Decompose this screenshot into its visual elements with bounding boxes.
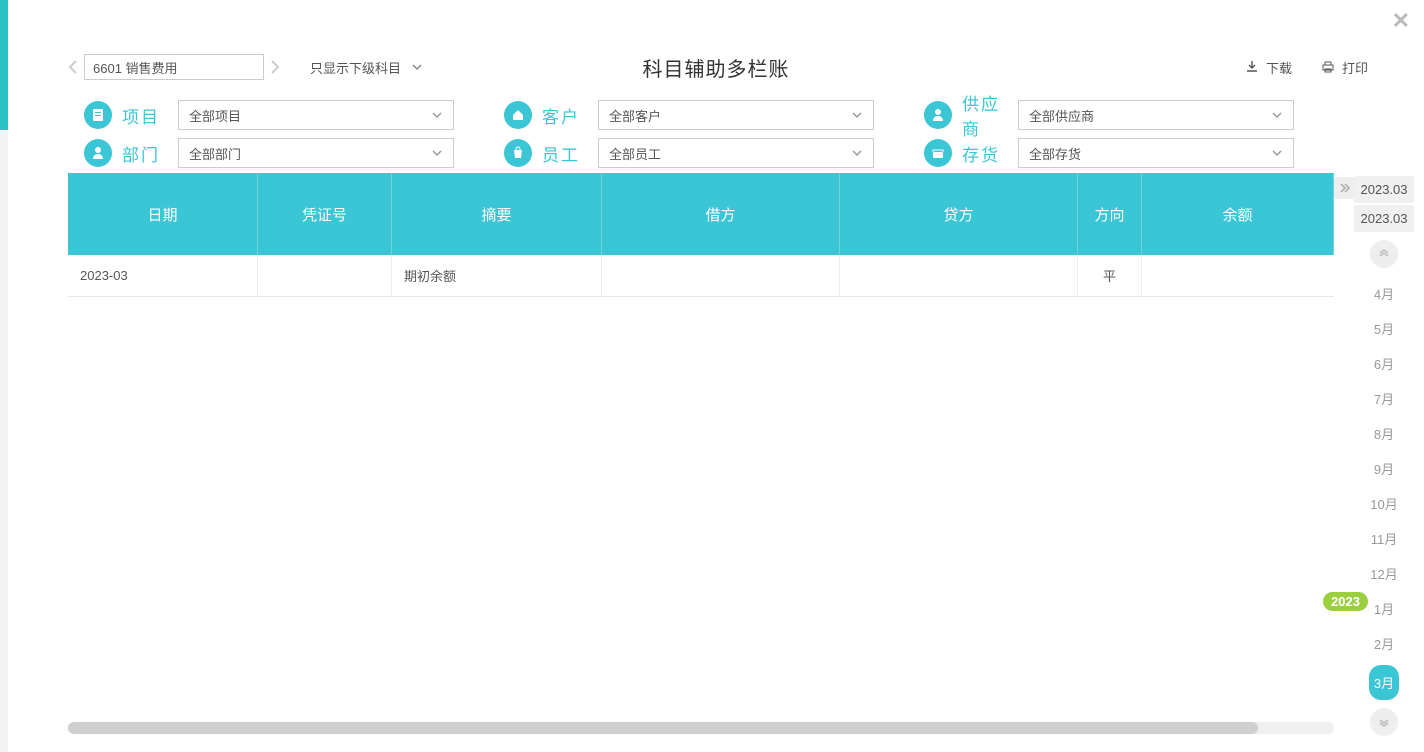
download-icon [1244, 59, 1260, 75]
chevron-down-icon [1271, 147, 1283, 159]
customer-label: 客户 [542, 103, 598, 128]
department-value: 全部部门 [189, 144, 241, 163]
project-icon [84, 101, 112, 129]
rail-month[interactable]: 7月 [1354, 381, 1414, 416]
display-mode-label: 只显示下级科目 [310, 58, 401, 77]
chevron-down-icon [851, 147, 863, 159]
table-body: 2023-03 期初余额 平 [68, 255, 1334, 297]
inventory-select[interactable]: 全部存货 [1018, 138, 1294, 168]
chevron-down-icon [431, 109, 443, 121]
rail-month[interactable]: 8月 [1354, 416, 1414, 451]
employee-select[interactable]: 全部员工 [598, 138, 874, 168]
chevron-down-icon [431, 147, 443, 159]
chevron-down-icon [851, 109, 863, 121]
rail-month[interactable]: 3月 [1369, 665, 1399, 700]
supplier-value: 全部供应商 [1029, 106, 1094, 125]
employee-label: 员工 [542, 141, 598, 166]
project-label: 项目 [122, 103, 178, 128]
td-summary: 期初余额 [392, 255, 602, 296]
td-voucher_no [258, 255, 392, 296]
page-title: 科目辅助多栏账 [643, 53, 790, 82]
project-value: 全部项目 [189, 106, 241, 125]
table-row[interactable]: 2023-03 期初余额 平 [68, 255, 1334, 297]
supplier-icon [924, 101, 952, 129]
th-summary: 摘要 [392, 173, 602, 255]
inventory-value: 全部存货 [1029, 144, 1081, 163]
department-select[interactable]: 全部部门 [178, 138, 454, 168]
expand-columns-button[interactable] [1334, 177, 1356, 199]
inventory-icon [924, 139, 952, 167]
project-select[interactable]: 全部项目 [178, 100, 454, 130]
horizontal-scrollbar[interactable] [68, 722, 1334, 734]
td-balance [1142, 255, 1334, 296]
rail-scroll-up[interactable] [1370, 240, 1398, 268]
chevron-down-icon [1271, 109, 1283, 121]
th-credit: 贷方 [840, 173, 1078, 255]
rail-month[interactable]: 12月 [1354, 556, 1414, 591]
th-date: 日期 [68, 173, 258, 255]
print-label: 打印 [1342, 58, 1368, 77]
th-balance: 余额 [1142, 173, 1334, 255]
rail-month[interactable]: 4月 [1354, 276, 1414, 311]
prev-account-button[interactable] [64, 58, 82, 76]
scrollbar-thumb[interactable] [68, 722, 1258, 734]
topbar: 6601 销售费用 只显示下级科目 科目辅助多栏账 下载 打印 [64, 50, 1368, 84]
download-button[interactable]: 下载 [1244, 58, 1292, 77]
rail-month[interactable]: 10月 [1354, 486, 1414, 521]
rail-month[interactable]: 6月 [1354, 346, 1414, 381]
customer-select[interactable]: 全部客户 [598, 100, 874, 130]
th-direction: 方向 [1078, 173, 1142, 255]
date-to-badge[interactable]: 2023.03 [1354, 205, 1414, 232]
month-rail: 2023.03 2023.03 4月5月6月7月8月9月10月11月12月1月2… [1354, 176, 1414, 744]
account-selector[interactable]: 6601 销售费用 [84, 54, 264, 80]
inventory-label: 存货 [962, 141, 1018, 166]
display-mode-select[interactable]: 只显示下级科目 [310, 58, 423, 77]
rail-month[interactable]: 9月 [1354, 451, 1414, 486]
table-header: 日期 凭证号 摘要 借方 贷方 方向 余额 [68, 173, 1334, 255]
td-direction: 平 [1078, 255, 1142, 296]
supplier-label: 供应商 [962, 90, 1018, 140]
filter-panel: 项目 全部项目 客户 全部客户 供应商 全部供应商 [84, 96, 1348, 172]
print-icon [1320, 59, 1336, 75]
customer-value: 全部客户 [609, 106, 661, 125]
customer-icon [504, 101, 532, 129]
employee-icon [504, 139, 532, 167]
date-from-badge[interactable]: 2023.03 [1354, 176, 1414, 203]
account-code-name: 6601 销售费用 [93, 58, 178, 77]
rail-month[interactable]: 2月 [1354, 626, 1414, 661]
th-voucher-no: 凭证号 [258, 173, 392, 255]
td-credit [840, 255, 1078, 296]
chevron-down-icon [411, 61, 423, 73]
year-badge: 2023 [1323, 592, 1368, 611]
rail-month[interactable]: 5月 [1354, 311, 1414, 346]
td-date: 2023-03 [68, 255, 258, 296]
department-label: 部门 [122, 141, 178, 166]
close-icon[interactable]: ✕ [1392, 8, 1410, 34]
th-debit: 借方 [602, 173, 840, 255]
ledger-table: 日期 凭证号 摘要 借方 贷方 方向 余额 2023-03 期初余额 平 [68, 173, 1334, 712]
rail-scroll-down[interactable] [1370, 708, 1398, 736]
supplier-select[interactable]: 全部供应商 [1018, 100, 1294, 130]
download-label: 下载 [1266, 58, 1292, 77]
department-icon [84, 139, 112, 167]
next-account-button[interactable] [266, 58, 284, 76]
print-button[interactable]: 打印 [1320, 58, 1368, 77]
employee-value: 全部员工 [609, 144, 661, 163]
td-debit [602, 255, 840, 296]
rail-month[interactable]: 11月 [1354, 521, 1414, 556]
